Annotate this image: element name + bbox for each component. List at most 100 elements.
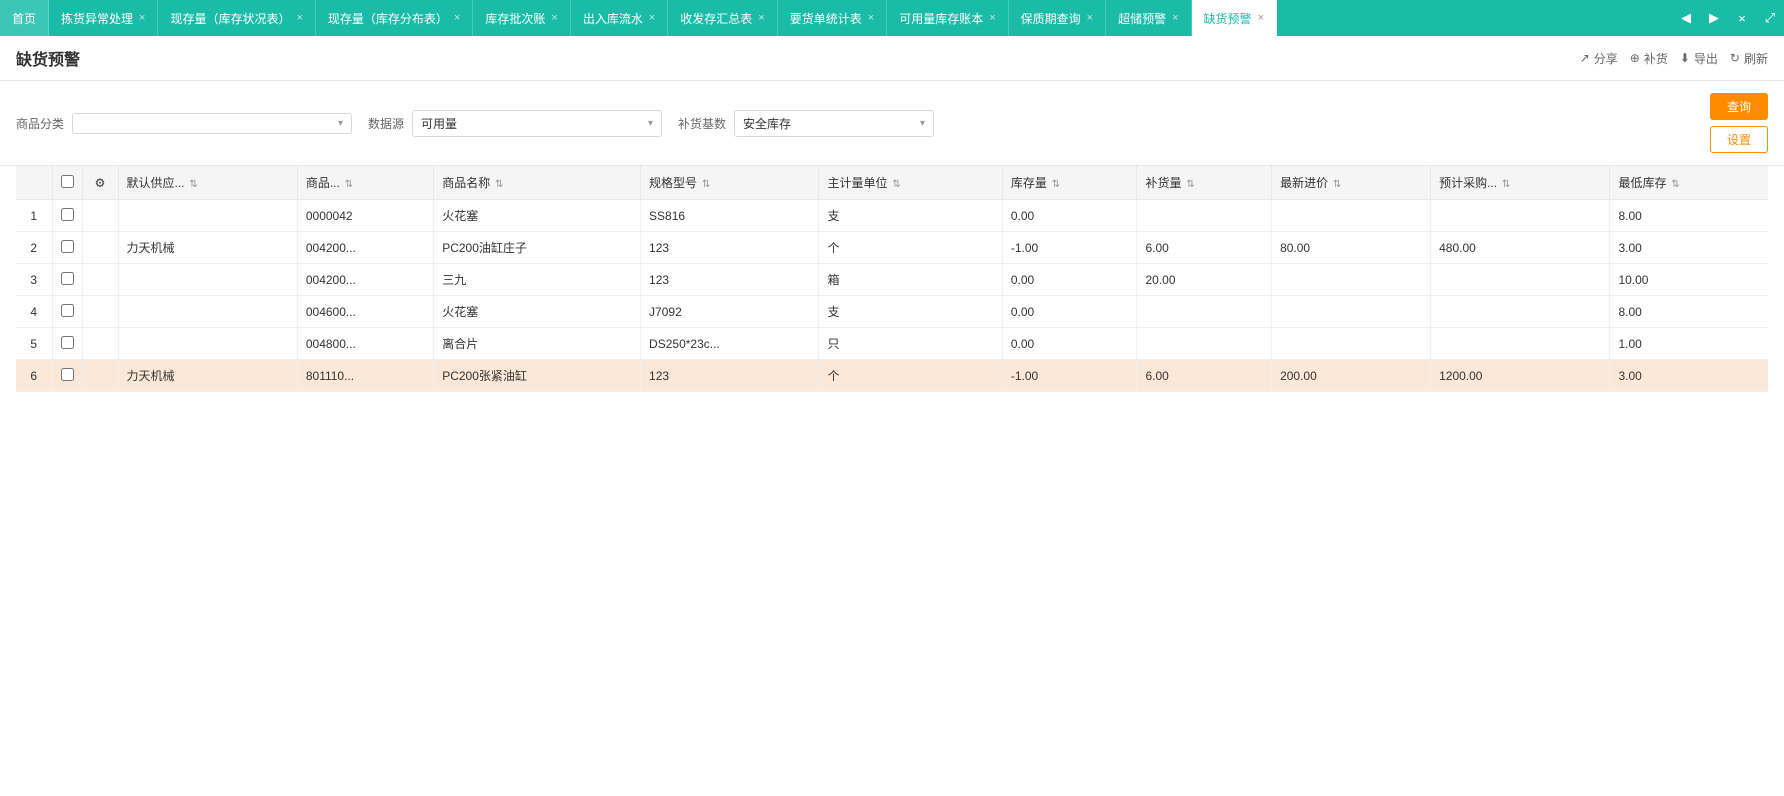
cell-spec: SS816 bbox=[641, 200, 819, 232]
tab-stock-status[interactable]: 现存量（库存状况表）× bbox=[158, 0, 315, 36]
tab-close-expiry-query[interactable]: × bbox=[1087, 12, 1093, 24]
category-label: 商品分类 bbox=[16, 115, 64, 132]
cell-settings bbox=[82, 200, 118, 232]
cell-supplier: 力天机械 bbox=[118, 360, 297, 392]
cell-replenish_qty bbox=[1137, 200, 1272, 232]
cell-latest_price: 80.00 bbox=[1272, 232, 1431, 264]
table-settings-icon[interactable]: ⚙ bbox=[95, 176, 106, 190]
column-header-latest_price[interactable]: 最新进价 ⇅ bbox=[1272, 166, 1431, 200]
cell-check bbox=[52, 200, 82, 232]
cell-replenish_qty: 20.00 bbox=[1137, 264, 1272, 296]
tab-close-shortage[interactable]: × bbox=[1258, 12, 1264, 24]
cell-stock: -1.00 bbox=[1002, 232, 1137, 264]
row-checkbox[interactable] bbox=[61, 208, 74, 221]
tab-batch-account[interactable]: 库存批次账× bbox=[473, 0, 570, 36]
row-checkbox[interactable] bbox=[61, 368, 74, 381]
tab-close-collect-summary[interactable]: × bbox=[758, 12, 764, 24]
cell-unit: 只 bbox=[819, 328, 1002, 360]
tab-stock-dist[interactable]: 现存量（库存分布表）× bbox=[316, 0, 473, 36]
tab-order-stats[interactable]: 要货单统计表× bbox=[778, 0, 887, 36]
page-header: 缺货预警 ↗ 分享 ⊕ 补货 ⬇ 导出 ↻ 刷新 bbox=[0, 36, 1784, 81]
settings-button[interactable]: 设置 bbox=[1710, 126, 1768, 153]
refresh-button[interactable]: ↻ 刷新 bbox=[1730, 50, 1768, 67]
table-row: 5004800...离合片DS250*23c...只0.001.00 bbox=[16, 328, 1768, 360]
tab-prev-button[interactable]: ◀ bbox=[1672, 0, 1700, 36]
cell-latest_price: 200.00 bbox=[1272, 360, 1431, 392]
column-header-product_name[interactable]: 商品名称 ⇅ bbox=[434, 166, 641, 200]
row-checkbox[interactable] bbox=[61, 240, 74, 253]
query-button[interactable]: 查询 bbox=[1710, 93, 1768, 120]
cell-unit: 个 bbox=[819, 232, 1002, 264]
datasource-select-value: 可用量 bbox=[421, 115, 457, 132]
cell-min_stock: 8.00 bbox=[1610, 200, 1768, 232]
tab-fullscreen-button[interactable]: ⤢ bbox=[1756, 0, 1784, 36]
tab-close-refine-anomaly[interactable]: × bbox=[139, 12, 145, 24]
filter-bar: 商品分类 ▾ 数据源 可用量 ▾ 补货基数 安全库存 ▾ 查询 设置 bbox=[0, 81, 1784, 166]
tab-shortage[interactable]: 缺货预警× bbox=[1192, 0, 1277, 36]
tab-close-in-out-flow[interactable]: × bbox=[649, 12, 655, 24]
cell-check bbox=[52, 328, 82, 360]
tab-expiry-query[interactable]: 保质期查询× bbox=[1009, 0, 1106, 36]
cell-spec: J7092 bbox=[641, 296, 819, 328]
cell-product_code: 801110... bbox=[297, 360, 433, 392]
share-button[interactable]: ↗ 分享 bbox=[1580, 50, 1618, 67]
tab-overstock[interactable]: 超储预警× bbox=[1106, 0, 1191, 36]
tab-close-all-button[interactable]: × bbox=[1728, 0, 1756, 36]
cell-est_purchase bbox=[1431, 296, 1610, 328]
row-checkbox[interactable] bbox=[61, 336, 74, 349]
replenish-base-select[interactable]: 安全库存 ▾ bbox=[734, 110, 934, 137]
column-header-est_purchase[interactable]: 预计采购... ⇅ bbox=[1431, 166, 1610, 200]
cell-min_stock: 3.00 bbox=[1610, 232, 1768, 264]
column-header-product_code[interactable]: 商品... ⇅ bbox=[297, 166, 433, 200]
cell-replenish_qty: 6.00 bbox=[1137, 232, 1272, 264]
tab-close-stock-dist[interactable]: × bbox=[454, 12, 460, 24]
select-all-checkbox[interactable] bbox=[61, 175, 74, 188]
cell-product_name: PC200油缸庄子 bbox=[434, 232, 641, 264]
sort-icon-min_stock: ⇅ bbox=[1668, 179, 1679, 190]
header-actions: ↗ 分享 ⊕ 补货 ⬇ 导出 ↻ 刷新 bbox=[1580, 50, 1768, 67]
cell-spec: 123 bbox=[641, 232, 819, 264]
column-header-unit[interactable]: 主计量单位 ⇅ bbox=[819, 166, 1002, 200]
cell-stock: 0.00 bbox=[1002, 328, 1137, 360]
datasource-chevron-icon: ▾ bbox=[648, 118, 653, 129]
tab-home[interactable]: 首页 bbox=[0, 0, 49, 36]
tab-in-out-flow[interactable]: 出入库流水× bbox=[571, 0, 668, 36]
column-header-settings[interactable]: ⚙ bbox=[82, 166, 118, 200]
tab-bar: 首页拣货异常处理×现存量（库存状况表）×现存量（库存分布表）×库存批次账×出入库… bbox=[0, 0, 1784, 36]
column-header-replenish_qty[interactable]: 补货量 ⇅ bbox=[1137, 166, 1272, 200]
tab-close-available-ledger[interactable]: × bbox=[989, 12, 995, 24]
cell-num: 2 bbox=[16, 232, 52, 264]
cell-supplier bbox=[118, 264, 297, 296]
sort-icon-latest_price: ⇅ bbox=[1330, 179, 1341, 190]
tab-available-ledger[interactable]: 可用量库存账本× bbox=[887, 0, 1008, 36]
cell-product_code: 004200... bbox=[297, 232, 433, 264]
tab-close-order-stats[interactable]: × bbox=[868, 12, 874, 24]
cell-est_purchase bbox=[1431, 264, 1610, 296]
sort-icon-product_name: ⇅ bbox=[492, 179, 503, 190]
tab-close-overstock[interactable]: × bbox=[1172, 12, 1178, 24]
column-header-stock[interactable]: 库存量 ⇅ bbox=[1002, 166, 1137, 200]
cell-spec: 123 bbox=[641, 360, 819, 392]
row-checkbox[interactable] bbox=[61, 304, 74, 317]
sort-icon-supplier: ⇅ bbox=[187, 179, 198, 190]
data-table: ⚙ 默认供应... ⇅商品... ⇅商品名称 ⇅规格型号 ⇅主计量单位 ⇅库存量 … bbox=[16, 166, 1768, 392]
sort-icon-est_purchase: ⇅ bbox=[1499, 179, 1510, 190]
column-header-spec[interactable]: 规格型号 ⇅ bbox=[641, 166, 819, 200]
column-header-supplier[interactable]: 默认供应... ⇅ bbox=[118, 166, 297, 200]
tab-close-batch-account[interactable]: × bbox=[551, 12, 557, 24]
replenish-button[interactable]: ⊕ 补货 bbox=[1630, 50, 1668, 67]
tab-next-button[interactable]: ▶ bbox=[1700, 0, 1728, 36]
tab-close-stock-status[interactable]: × bbox=[296, 12, 302, 24]
cell-unit: 箱 bbox=[819, 264, 1002, 296]
row-checkbox[interactable] bbox=[61, 272, 74, 285]
datasource-select[interactable]: 可用量 ▾ bbox=[412, 110, 662, 137]
export-button[interactable]: ⬇ 导出 bbox=[1680, 50, 1718, 67]
tab-collect-summary[interactable]: 收发存汇总表× bbox=[668, 0, 777, 36]
replenish-base-filter-group: 补货基数 安全库存 ▾ bbox=[678, 110, 934, 137]
tab-refine-anomaly[interactable]: 拣货异常处理× bbox=[49, 0, 158, 36]
column-header-min_stock[interactable]: 最低库存 ⇅ bbox=[1610, 166, 1768, 200]
category-select[interactable]: ▾ bbox=[72, 113, 352, 134]
cell-stock: 0.00 bbox=[1002, 200, 1137, 232]
replenish-icon: ⊕ bbox=[1630, 51, 1640, 65]
cell-spec: DS250*23c... bbox=[641, 328, 819, 360]
